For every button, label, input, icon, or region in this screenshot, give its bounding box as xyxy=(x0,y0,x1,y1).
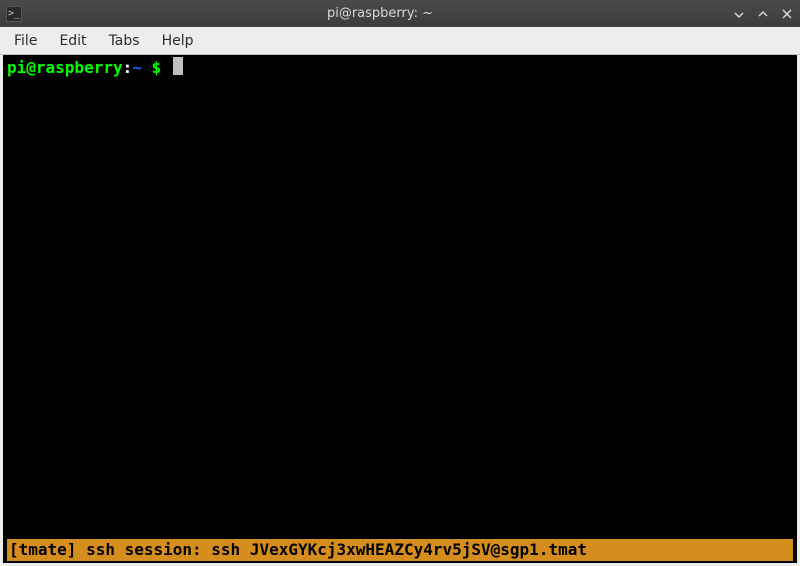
terminal[interactable]: pi@raspberry:~ $ [tmate] ssh session: ss… xyxy=(3,55,797,563)
maximize-button[interactable] xyxy=(756,7,770,21)
menubar: File Edit Tabs Help xyxy=(0,27,800,55)
menu-help[interactable]: Help xyxy=(152,30,204,52)
terminal-frame: pi@raspberry:~ $ [tmate] ssh session: ss… xyxy=(0,55,800,566)
close-button[interactable] xyxy=(780,7,794,21)
cursor-icon xyxy=(173,57,183,75)
terminal-icon: >_ xyxy=(6,6,22,22)
menu-tabs[interactable]: Tabs xyxy=(99,30,150,52)
menu-edit[interactable]: Edit xyxy=(49,30,96,52)
terminal-output: pi@raspberry:~ $ xyxy=(7,57,793,539)
window-controls xyxy=(732,7,794,21)
window-titlebar: >_ pi@raspberry: ~ xyxy=(0,0,800,27)
menu-file[interactable]: File xyxy=(4,30,47,52)
prompt-path: ~ xyxy=(132,58,151,77)
window-title: pi@raspberry: ~ xyxy=(28,6,732,21)
prompt-separator: : xyxy=(123,58,133,77)
tmate-status-bar: [tmate] ssh session: ssh JVexGYKcj3xwHEA… xyxy=(7,539,793,561)
minimize-button[interactable] xyxy=(732,7,746,21)
prompt-userhost: pi@raspberry xyxy=(7,58,123,77)
prompt-dollar: $ xyxy=(152,58,171,77)
